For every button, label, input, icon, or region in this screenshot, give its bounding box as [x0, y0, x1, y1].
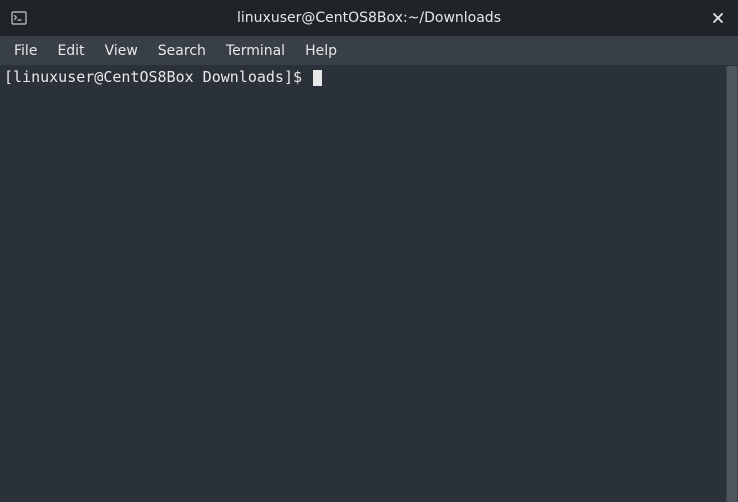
- window-titlebar: linuxuser@CentOS8Box:~/Downloads: [0, 0, 738, 36]
- menu-file[interactable]: File: [4, 39, 47, 63]
- menu-terminal[interactable]: Terminal: [216, 39, 295, 63]
- close-button[interactable]: [708, 8, 728, 28]
- scrollbar-thumb[interactable]: [727, 66, 737, 502]
- menu-help[interactable]: Help: [295, 39, 347, 63]
- vertical-scrollbar[interactable]: [726, 66, 738, 502]
- terminal-icon: [10, 9, 28, 27]
- window-title: linuxuser@CentOS8Box:~/Downloads: [237, 10, 501, 26]
- shell-prompt: [linuxuser@CentOS8Box Downloads]$: [4, 68, 302, 86]
- menubar: File Edit View Search Terminal Help: [0, 36, 738, 66]
- cursor: [313, 70, 322, 86]
- terminal-area: [linuxuser@CentOS8Box Downloads]$: [0, 66, 738, 502]
- menu-view[interactable]: View: [95, 39, 148, 63]
- menu-edit[interactable]: Edit: [47, 39, 94, 63]
- prompt-line: [linuxuser@CentOS8Box Downloads]$: [4, 68, 722, 88]
- terminal-content[interactable]: [linuxuser@CentOS8Box Downloads]$: [0, 66, 726, 502]
- menu-search[interactable]: Search: [148, 39, 216, 63]
